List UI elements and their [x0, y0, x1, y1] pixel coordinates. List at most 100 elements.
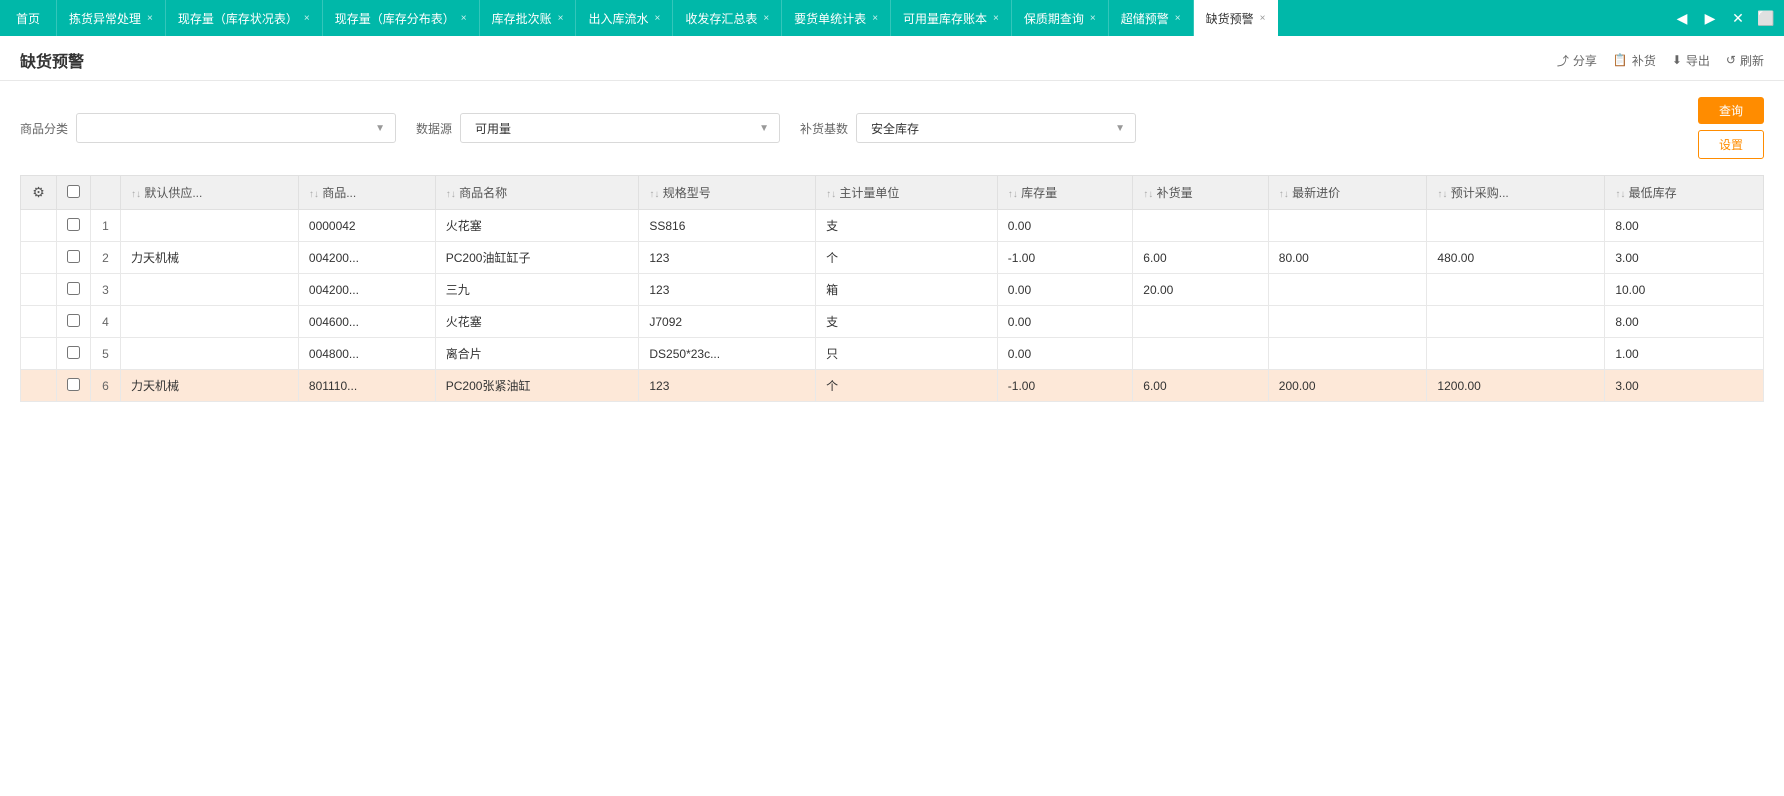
tab-demand-stats[interactable]: 要货单统计表× [782, 0, 891, 36]
tab-close-expire-query[interactable]: × [1090, 13, 1096, 24]
unit-col-header[interactable]: ↑↓ 主计量单位 [816, 176, 998, 210]
row-checkbox-cell[interactable] [57, 210, 91, 242]
stock-cell: 0.00 [997, 338, 1133, 370]
product-name-cell: PC200张紧油缸 [435, 370, 639, 402]
select-all-checkbox[interactable] [67, 185, 80, 198]
tab-close-defect-handle[interactable]: × [147, 13, 153, 24]
share-label: 分享 [1573, 52, 1597, 69]
tab-inventory-dist[interactable]: 现存量（库存分布表）× [323, 0, 480, 36]
tab-close-avail-ledger[interactable]: × [993, 13, 999, 24]
datasource-select[interactable]: 可用量 ▼ [460, 113, 780, 143]
row-settings-cell [21, 210, 57, 242]
tab-batch-account[interactable]: 库存批次账× [480, 0, 577, 36]
min-stock-cell: 3.00 [1605, 370, 1764, 402]
tab-avail-ledger[interactable]: 可用量库存账本× [891, 0, 1012, 36]
est-purchase-cell: 480.00 [1427, 242, 1605, 274]
tab-close-shortage[interactable]: × [1260, 13, 1266, 24]
unit-cell: 支 [816, 210, 998, 242]
tab-close-inventory-status[interactable]: × [304, 13, 310, 24]
checkbox-col-header[interactable] [57, 176, 91, 210]
tab-close-batch-account[interactable]: × [558, 13, 564, 24]
spec-col-header[interactable]: ↑↓ 规格型号 [639, 176, 816, 210]
row-checkbox-cell[interactable] [57, 338, 91, 370]
category-filter-group: 商品分类 ▼ [20, 113, 396, 143]
data-table: ⚙ ↑↓ 默认供应... ↑↓ 商品... ↑↓ [20, 175, 1764, 402]
table-row: 5 004800... 离合片 DS250*23c... 只 0.00 1.00 [21, 338, 1764, 370]
sort-icon: ↑↓ [1615, 189, 1625, 200]
row-checkbox[interactable] [67, 346, 80, 359]
sort-icon: ↑↓ [309, 189, 319, 200]
home-tab-label: 首页 [16, 10, 40, 27]
stock-cell: -1.00 [997, 370, 1133, 402]
replenish-button[interactable]: 📋 补货 [1613, 52, 1656, 69]
latest-price-cell [1268, 306, 1427, 338]
tab-recv-summary[interactable]: 收发存汇总表× [673, 0, 782, 36]
tab-overstock[interactable]: 超储预警× [1109, 0, 1194, 36]
tab-label: 保质期查询 [1024, 10, 1084, 27]
min-stock-cell: 10.00 [1605, 274, 1764, 306]
row-checkbox[interactable] [67, 314, 80, 327]
min-stock-col-header[interactable]: ↑↓ 最低库存 [1605, 176, 1764, 210]
table-wrap: ⚙ ↑↓ 默认供应... ↑↓ 商品... ↑↓ [0, 175, 1784, 402]
export-button[interactable]: ⬇ 导出 [1672, 52, 1710, 69]
replenish-base-select[interactable]: 安全库存 ▼ [856, 113, 1136, 143]
replenish-base-label: 补货基数 [800, 120, 848, 137]
tab-close-overstock[interactable]: × [1175, 13, 1181, 24]
tab-close-recv-summary[interactable]: × [763, 13, 769, 24]
row-checkbox-cell[interactable] [57, 274, 91, 306]
tab-home[interactable]: 首页 [0, 0, 57, 36]
row-checkbox-cell[interactable] [57, 370, 91, 402]
nav-prev-button[interactable]: ◀ [1668, 4, 1696, 32]
replenish-base-arrow-icon: ▼ [1115, 123, 1125, 134]
row-checkbox[interactable] [67, 282, 80, 295]
stock-col-header[interactable]: ↑↓ 库存量 [997, 176, 1133, 210]
tab-shortage[interactable]: 缺货预警× [1194, 0, 1279, 36]
product-code-cell: 004200... [298, 274, 435, 306]
sort-icon: ↑↓ [1437, 189, 1447, 200]
settings-col-header[interactable]: ⚙ [21, 176, 57, 210]
replenish-col-header[interactable]: ↑↓ 补货量 [1133, 176, 1269, 210]
tab-close-demand-stats[interactable]: × [872, 13, 878, 24]
tab-close-inventory-dist[interactable]: × [461, 13, 467, 24]
settings-button[interactable]: 设置 [1698, 130, 1764, 159]
datasource-arrow-icon: ▼ [759, 123, 769, 134]
tab-close-inout-flow[interactable]: × [654, 13, 660, 24]
latest-price-col-header[interactable]: ↑↓ 最新进价 [1268, 176, 1427, 210]
supplier-cell: 力天机械 [121, 242, 299, 274]
nav-next-button[interactable]: ▶ [1696, 4, 1724, 32]
row-checkbox[interactable] [67, 250, 80, 263]
replenish-icon: 📋 [1613, 53, 1628, 67]
row-checkbox[interactable] [67, 378, 80, 391]
datasource-value: 可用量 [475, 120, 511, 137]
product-name-cell: 火花塞 [435, 306, 639, 338]
product-code-col-header[interactable]: ↑↓ 商品... [298, 176, 435, 210]
supplier-cell [121, 306, 299, 338]
product-name-col-header[interactable]: ↑↓ 商品名称 [435, 176, 639, 210]
share-button[interactable]: ⤴ 分享 [1557, 52, 1597, 69]
tab-inventory-status[interactable]: 现存量（库存状况表）× [166, 0, 323, 36]
sort-icon: ↑↓ [649, 189, 659, 200]
latest-price-cell: 80.00 [1268, 242, 1427, 274]
supplier-col-header[interactable]: ↑↓ 默认供应... [121, 176, 299, 210]
row-checkbox[interactable] [67, 218, 80, 231]
table-row: 2 力天机械 004200... PC200油缸缸子 123 个 -1.00 6… [21, 242, 1764, 274]
tab-defect-handle[interactable]: 拣货异常处理× [57, 0, 166, 36]
nav-bar: 首页 拣货异常处理×现存量（库存状况表）×现存量（库存分布表）×库存批次账×出入… [0, 0, 1784, 36]
category-select[interactable]: ▼ [76, 113, 396, 143]
tab-inout-flow[interactable]: 出入库流水× [576, 0, 673, 36]
refresh-button[interactable]: ↺ 刷新 [1726, 52, 1764, 69]
row-checkbox-cell[interactable] [57, 306, 91, 338]
nav-maximize-button[interactable]: ⬜ [1752, 4, 1780, 32]
tab-expire-query[interactable]: 保质期查询 × [1012, 0, 1109, 36]
query-button[interactable]: 查询 [1698, 97, 1764, 124]
replenish-cell: 6.00 [1133, 370, 1269, 402]
product-code-cell: 004800... [298, 338, 435, 370]
est-purchase-cell [1427, 306, 1605, 338]
nav-close-button[interactable]: ✕ [1724, 4, 1752, 32]
est-purchase-col-header[interactable]: ↑↓ 预计采购... [1427, 176, 1605, 210]
replenish-cell [1133, 306, 1269, 338]
rownum-col-header [91, 176, 121, 210]
row-checkbox-cell[interactable] [57, 242, 91, 274]
category-arrow-icon: ▼ [375, 123, 385, 134]
stock-cell: 0.00 [997, 306, 1133, 338]
